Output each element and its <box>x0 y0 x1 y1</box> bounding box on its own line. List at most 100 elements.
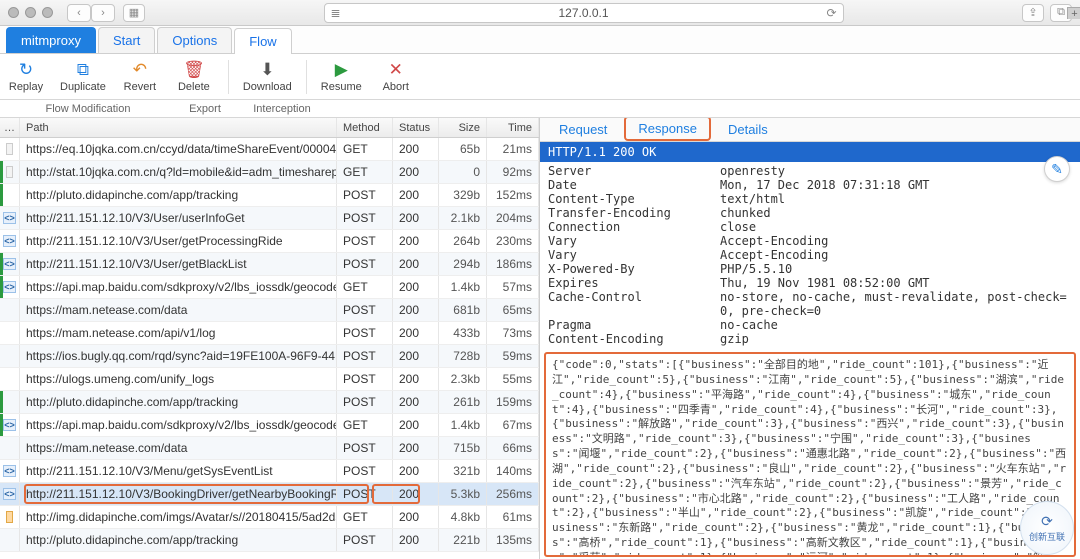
code-icon: <> <box>3 235 16 247</box>
reload-icon[interactable]: ⟳ <box>826 6 836 20</box>
cell-size: 321b <box>439 460 487 482</box>
cell-status: 200 <box>393 322 439 344</box>
table-row[interactable]: <>http://211.151.12.10/V3/User/getBlackL… <box>0 253 539 276</box>
tab-flow[interactable]: Flow <box>234 28 291 54</box>
table-row[interactable]: <>http://211.151.12.10/V3/Menu/getSysEve… <box>0 460 539 483</box>
back-button[interactable]: ‹ <box>67 4 91 22</box>
cell-status: 200 <box>393 299 439 321</box>
code-icon: <> <box>3 488 16 500</box>
col-time[interactable]: Time <box>487 118 539 137</box>
table-row[interactable]: <> http://211.151.12.10/V3/BookingDriver/… <box>0 483 539 506</box>
cell-method: GET <box>337 506 393 528</box>
cell-time: 256ms <box>487 483 539 505</box>
cell-time: 61ms <box>487 506 539 528</box>
cell-time: 66ms <box>487 437 539 459</box>
header-row: VaryAccept-Encoding <box>548 248 1072 262</box>
replay-button[interactable]: ↻Replay <box>6 61 46 93</box>
table-row[interactable]: https://ios.bugly.qq.com/rqd/sync?aid=19… <box>0 345 539 368</box>
header-row: X-Powered-ByPHP/5.5.10 <box>548 262 1072 276</box>
table-row[interactable]: http://pluto.didapinche.com/app/tracking… <box>0 529 539 552</box>
col-method[interactable]: Method <box>337 118 393 137</box>
table-row[interactable]: http://stat.10jqka.com.cn/q?ld=mobile&id… <box>0 161 539 184</box>
cell-path: http://211.151.12.10/V3/BookingDriver/ge… <box>20 483 337 505</box>
cell-path: http://211.151.12.10/V3/User/getProcessi… <box>20 230 337 252</box>
download-icon: ⬇ <box>260 61 274 79</box>
tab-mitmproxy[interactable]: mitmproxy <box>6 27 96 53</box>
cell-time: 152ms <box>487 184 539 206</box>
response-body[interactable]: {"code":0,"stats":[{"business":"全部目的地","… <box>544 352 1076 557</box>
col-size[interactable]: Size <box>439 118 487 137</box>
header-row: Connectionclose <box>548 220 1072 234</box>
table-row[interactable]: <>https://api.map.baidu.com/sdkproxy/v2/… <box>0 276 539 299</box>
table-row[interactable]: http://pluto.didapinche.com/app/tracking… <box>0 391 539 414</box>
cell-size: 264b <box>439 230 487 252</box>
cell-size: 329b <box>439 184 487 206</box>
new-tab-button[interactable]: + <box>1067 7 1080 19</box>
resume-button[interactable]: ▶Resume <box>321 61 362 93</box>
cell-status: 200 <box>393 483 439 505</box>
flow-list: … Path Method Status Size Time https://e… <box>0 118 540 559</box>
code-icon: <> <box>3 212 16 224</box>
table-row[interactable]: https://ulogs.umeng.com/unify_logsPOST20… <box>0 368 539 391</box>
forward-button[interactable]: › <box>91 4 115 22</box>
address-bar[interactable]: ≣ 127.0.0.1 ⟳ <box>324 3 844 23</box>
cell-status: 200 <box>393 414 439 436</box>
table-row[interactable]: https://mam.netease.com/dataPOST200681b6… <box>0 299 539 322</box>
titlebar: ‹ › ▦ ≣ 127.0.0.1 ⟳ ⇪ ⧉ + <box>0 0 1080 26</box>
header-row: Serveropenresty <box>548 164 1072 178</box>
col-status[interactable]: Status <box>393 118 439 137</box>
cell-time: 204ms <box>487 207 539 229</box>
cell-time: 135ms <box>487 529 539 551</box>
detail-panel: Request Response Details ✎ HTTP/1.1 200 … <box>540 118 1080 559</box>
table-row[interactable]: https://eq.10jqka.com.cn/ccyd/data/timeS… <box>0 138 539 161</box>
cell-path: https://mam.netease.com/api/v1/log <box>20 322 337 344</box>
tab-request[interactable]: Request <box>546 118 620 141</box>
tab-response[interactable]: Response <box>624 118 711 141</box>
table-row[interactable]: <> http://211.151.12.10/V3/User/getProces… <box>0 230 539 253</box>
window-controls[interactable] <box>8 7 53 18</box>
delete-button[interactable]: 🗑Delete <box>174 61 214 93</box>
abort-button[interactable]: ✕Abort <box>376 61 416 93</box>
table-row[interactable]: https://mam.netease.com/api/v1/logPOST20… <box>0 322 539 345</box>
cell-status: 200 <box>393 138 439 160</box>
edit-button[interactable]: ✎ <box>1044 156 1070 182</box>
download-button[interactable]: ⬇Download <box>243 61 292 93</box>
table-row[interactable]: https://mam.netease.com/dataPOST200715b6… <box>0 437 539 460</box>
cell-size: 433b <box>439 322 487 344</box>
sidebar-toggle[interactable]: ▦ <box>123 4 145 22</box>
cell-time: 140ms <box>487 460 539 482</box>
cell-path: http://211.151.12.10/V3/Menu/getSysEvent… <box>20 460 337 482</box>
table-row[interactable]: <> http://211.151.12.10/V3/User/userInfoG… <box>0 207 539 230</box>
cell-size: 294b <box>439 253 487 275</box>
tab-start[interactable]: Start <box>98 27 155 53</box>
cell-size: 2.1kb <box>439 207 487 229</box>
col-path[interactable]: Path <box>20 118 337 137</box>
tab-options[interactable]: Options <box>157 27 232 53</box>
cell-method: POST <box>337 253 393 275</box>
cell-status: 200 <box>393 529 439 551</box>
cell-time: 57ms <box>487 276 539 298</box>
header-row: Transfer-Encodingchunked <box>548 206 1072 220</box>
duplicate-button[interactable]: ⧉Duplicate <box>60 61 106 93</box>
trash-icon: 🗑 <box>183 61 205 79</box>
header-row: Content-Encodinggzip <box>548 332 1072 346</box>
cell-size: 715b <box>439 437 487 459</box>
cell-status: 200 <box>393 437 439 459</box>
tab-details[interactable]: Details <box>715 118 781 141</box>
revert-button[interactable]: ↶Revert <box>120 61 160 93</box>
share-button[interactable]: ⇪ <box>1022 4 1044 22</box>
cell-time: 92ms <box>487 161 539 183</box>
column-headers[interactable]: … Path Method Status Size Time <box>0 118 539 138</box>
cell-method: POST <box>337 230 393 252</box>
table-row[interactable]: http://img.didapinche.com/imgs/Avatar/s/… <box>0 506 539 529</box>
cell-path: http://211.151.12.10/V3/User/userInfoGet <box>20 207 337 229</box>
table-row[interactable]: <>https://api.map.baidu.com/sdkproxy/v2/… <box>0 414 539 437</box>
cell-size: 728b <box>439 345 487 367</box>
table-row[interactable]: http://pluto.didapinche.com/app/tracking… <box>0 184 539 207</box>
cell-time: 186ms <box>487 253 539 275</box>
cell-size: 221b <box>439 529 487 551</box>
cell-method: POST <box>337 529 393 551</box>
image-icon <box>6 511 13 523</box>
cell-path: http://pluto.didapinche.com/app/tracking <box>20 529 337 551</box>
cell-size: 65b <box>439 138 487 160</box>
